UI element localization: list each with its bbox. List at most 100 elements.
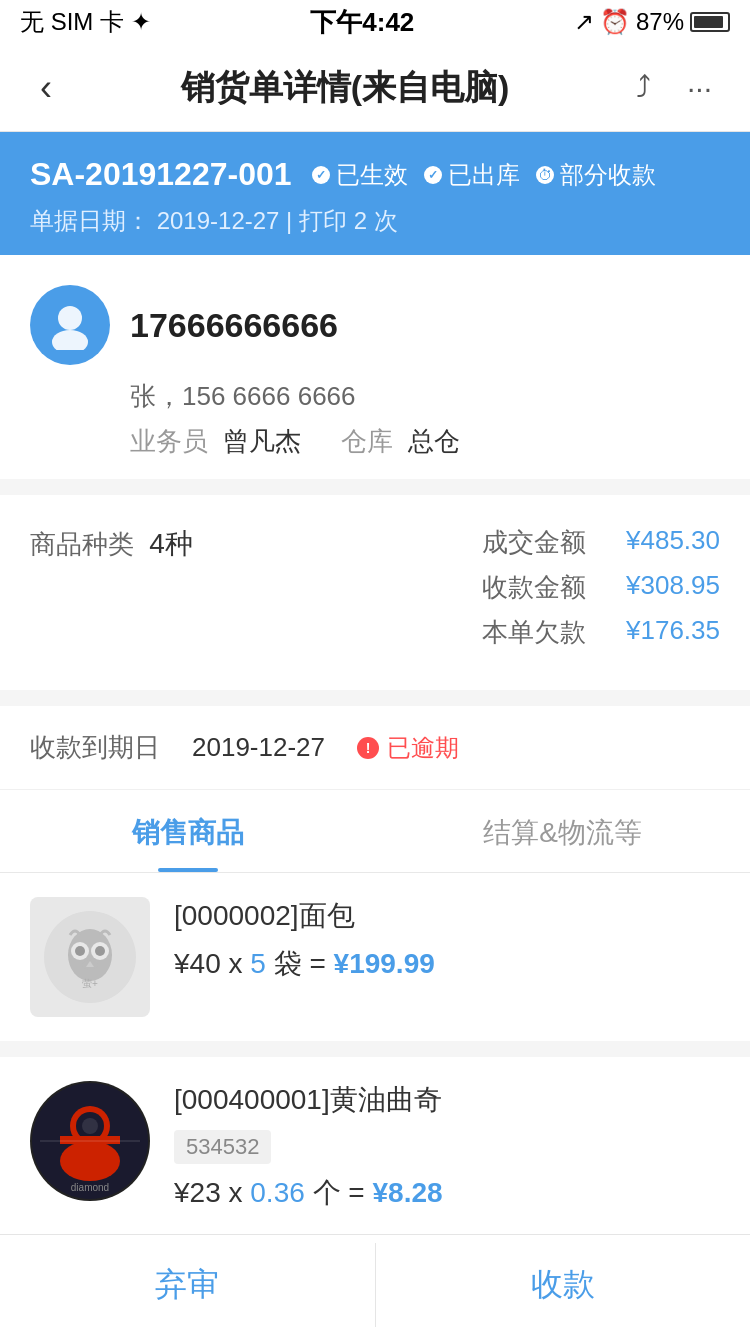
cancel-button[interactable]: 弃审 — [0, 1243, 375, 1327]
warehouse-label: 仓库 — [341, 426, 393, 456]
unit-value-2: 个 — [313, 1177, 341, 1208]
type-count: 4种 — [149, 528, 193, 559]
confirm-button[interactable]: 收款 — [375, 1243, 751, 1327]
status-time: 下午4:42 — [310, 5, 414, 40]
debt-label: 本单欠款 — [482, 615, 586, 650]
status-bar: 无 SIM 卡 ✦ 下午4:42 ↗ ⏰ 87% — [0, 0, 750, 44]
clock-icon — [536, 166, 554, 184]
tab-products-label: 销售商品 — [132, 817, 244, 848]
badge-shipped: 已出库 — [424, 159, 520, 191]
payment-amount-row: 收款金额 ¥308.95 — [482, 570, 720, 605]
product-thumbnail: 萤+ — [30, 897, 150, 1017]
overdue-label: 已逾期 — [387, 732, 459, 764]
transaction-value: ¥485.30 — [626, 525, 720, 560]
price-value-2: ¥23 — [174, 1177, 221, 1208]
due-date: 2019-12-27 — [192, 732, 325, 763]
due-label: 收款到期日 — [30, 730, 160, 765]
product-thumbnail-2: diamond — [30, 1081, 150, 1201]
date-value: 2019-12-27 — [157, 207, 280, 234]
check-icon-active — [312, 166, 330, 184]
price-value: ¥40 — [174, 948, 221, 979]
svg-point-14 — [60, 1141, 120, 1181]
product-info-2: [000400001]黄油曲奇 534532 ¥23 x 0.36 个 = ¥8… — [174, 1081, 720, 1212]
salesperson-field: 业务员 曾凡杰 — [130, 424, 301, 459]
page-title: 销货单详情(来自电脑) — [181, 65, 510, 111]
quantity-value: 5 — [250, 948, 266, 979]
total-value-2: ¥8.28 — [372, 1177, 442, 1208]
badge-shipped-label: 已出库 — [448, 159, 520, 191]
badge-active-label: 已生效 — [336, 159, 408, 191]
svg-point-6 — [75, 946, 85, 956]
list-item: 萤+ [0000002]面包 ¥40 x 5 袋 = ¥199.99 — [0, 873, 750, 1041]
warehouse-field: 仓库 总仓 — [341, 424, 460, 459]
share-button[interactable]: ⤴ — [628, 63, 659, 113]
svg-text:diamond: diamond — [71, 1182, 109, 1193]
salesperson-value: 曾凡杰 — [223, 426, 301, 456]
tab-settlement-label: 结算&物流等 — [483, 817, 642, 848]
tab-settlement[interactable]: 结算&物流等 — [375, 790, 750, 872]
debt-value: ¥176.35 — [626, 615, 720, 650]
badge-partial: 部分收款 — [536, 159, 656, 191]
tab-products[interactable]: 销售商品 — [0, 790, 375, 872]
order-date: 单据日期： 2019-12-27 | 打印 2 次 — [30, 205, 720, 237]
debt-amount-row: 本单欠款 ¥176.35 — [482, 615, 720, 650]
total-value: ¥199.99 — [334, 948, 435, 979]
location-icon: ↗ — [574, 8, 594, 36]
status-right: ↗ ⏰ 87% — [574, 8, 730, 36]
product-name: [0000002]面包 — [174, 897, 720, 935]
list-item: diamond [000400001]黄油曲奇 534532 ¥23 x 0.3… — [0, 1057, 750, 1236]
due-section: 收款到期日 2019-12-27 ! 已逾期 — [0, 706, 750, 790]
product-tag: 534532 — [174, 1130, 271, 1164]
unit-value: 袋 — [274, 948, 302, 979]
svg-point-1 — [52, 330, 88, 350]
sim-status: 无 SIM 卡 ✦ — [20, 6, 151, 38]
overdue-icon: ! — [357, 737, 379, 759]
alarm-icon: ⏰ — [600, 8, 630, 36]
customer-sub: 张，156 6666 6666 — [30, 379, 720, 414]
tabs-bar: 销售商品 结算&物流等 — [0, 790, 750, 873]
check-icon-shipped — [424, 166, 442, 184]
product-price-2: ¥23 x 0.36 个 = ¥8.28 — [174, 1174, 720, 1212]
warehouse-value: 总仓 — [408, 426, 460, 456]
summary-section: 商品种类 4种 成交金额 ¥485.30 收款金额 ¥308.95 本单欠款 ¥… — [0, 495, 750, 690]
status-left: 无 SIM 卡 ✦ — [20, 6, 151, 38]
salesperson-label: 业务员 — [130, 426, 208, 456]
order-id: SA-20191227-001 — [30, 156, 292, 193]
svg-text:萤+: 萤+ — [82, 978, 98, 989]
badge-active: 已生效 — [312, 159, 408, 191]
nav-bar: ‹ 销货单详情(来自电脑) ⤴ ··· — [0, 44, 750, 132]
quantity-value-2: 0.36 — [250, 1177, 305, 1208]
customer-section: 17666666666 张，156 6666 6666 业务员 曾凡杰 仓库 总… — [0, 255, 750, 479]
battery-status: 87% — [636, 8, 684, 36]
transaction-label: 成交金额 — [482, 525, 586, 560]
overdue-badge: ! 已逾期 — [357, 732, 459, 764]
equals-sign-2: = — [348, 1177, 372, 1208]
svg-point-7 — [95, 946, 105, 956]
summary-left: 商品种类 4种 — [30, 525, 193, 563]
type-label: 商品种类 — [30, 529, 134, 559]
status-badges: 已生效 已出库 部分收款 — [312, 159, 656, 191]
print-info: | 打印 2 次 — [286, 207, 398, 234]
product-info: [0000002]面包 ¥40 x 5 袋 = ¥199.99 — [174, 897, 720, 983]
equals-sign: = — [309, 948, 333, 979]
more-button[interactable]: ··· — [679, 63, 720, 113]
svg-rect-15 — [60, 1136, 120, 1144]
battery-icon — [690, 12, 730, 32]
product-name-2: [000400001]黄油曲奇 — [174, 1081, 720, 1119]
avatar — [30, 285, 110, 365]
svg-point-0 — [58, 306, 82, 330]
order-header: SA-20191227-001 已生效 已出库 部分收款 单据日期： 2019-… — [0, 132, 750, 255]
date-label: 单据日期： — [30, 207, 150, 234]
multiply-sign-2: x — [229, 1177, 251, 1208]
customer-meta: 业务员 曾凡杰 仓库 总仓 — [30, 424, 720, 459]
nav-actions: ⤴ ··· — [628, 63, 720, 113]
payment-value: ¥308.95 — [626, 570, 720, 605]
svg-point-16 — [82, 1118, 98, 1134]
payment-label: 收款金额 — [482, 570, 586, 605]
multiply-sign: x — [229, 948, 251, 979]
summary-right: 成交金额 ¥485.30 收款金额 ¥308.95 本单欠款 ¥176.35 — [482, 525, 720, 660]
product-price: ¥40 x 5 袋 = ¥199.99 — [174, 945, 720, 983]
bottom-bar: 弃审 收款 — [0, 1234, 750, 1334]
back-button[interactable]: ‹ — [30, 57, 62, 119]
customer-name: 17666666666 — [130, 306, 338, 345]
